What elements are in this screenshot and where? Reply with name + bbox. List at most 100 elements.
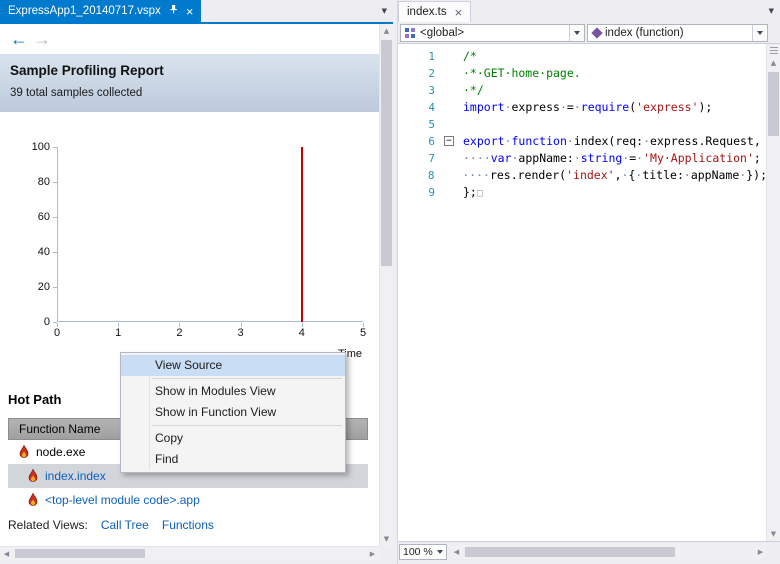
menu-separator	[152, 425, 342, 426]
line-number: 4	[428, 101, 435, 114]
tab-profiling-report[interactable]: ExpressApp1_20140717.vspx ×	[0, 0, 202, 22]
member-dropdown[interactable]: index (function)	[587, 24, 768, 42]
split-grip-icon[interactable]	[770, 47, 778, 48]
navigation-bar: <global> index (function)	[398, 22, 780, 44]
link-functions[interactable]: Functions	[162, 518, 214, 532]
editor-bottom-bar: 100 % ◀ ▶	[398, 541, 780, 561]
tab-list-chevron-icon[interactable]: ▼	[382, 7, 387, 15]
line-number: 8	[427, 169, 435, 182]
scroll-left-icon[interactable]: ◀	[0, 547, 13, 561]
related-views-label: Related Views:	[8, 518, 88, 532]
tab-index-ts[interactable]: index.ts ×	[398, 1, 472, 22]
y-tick-mark	[53, 287, 57, 288]
tab-title: index.ts	[407, 6, 447, 18]
forward-button[interactable]: →	[33, 29, 51, 50]
report-header: Sample Profiling Report 39 total samples…	[0, 54, 379, 112]
code-line: 3 ·*/	[398, 82, 767, 99]
scrollbar-thumb[interactable]	[465, 547, 675, 557]
editor-vertical-scrollbar[interactable]: ▲ ▼	[766, 44, 780, 541]
y-tick-mark	[53, 182, 57, 183]
report-subtitle: 39 total samples collected	[10, 87, 143, 99]
code-text: ····res.render('index',·{·title:·appName…	[462, 168, 767, 182]
y-tick-label: 60	[37, 211, 50, 223]
x-tick-mark	[57, 323, 58, 327]
flame-icon	[28, 469, 38, 482]
link-call-tree[interactable]: Call Tree	[101, 518, 149, 532]
close-icon[interactable]: ×	[455, 6, 463, 19]
y-tick-label: 80	[37, 176, 50, 188]
code-line: 5	[398, 116, 767, 133]
menu-item-show-in-modules-view[interactable]: Show in Modules View	[121, 381, 345, 402]
fold-margin	[442, 65, 458, 82]
fold-margin	[442, 99, 458, 116]
context-menu: View Source Show in Modules View Show in F…	[120, 352, 346, 473]
zoom-value: 100 %	[403, 546, 433, 558]
left-horizontal-scrollbar[interactable]: ◀ ▶	[0, 546, 379, 560]
chart-plot-area	[57, 147, 363, 322]
code-line: 9};□	[398, 184, 767, 201]
code-text: ·*·GET·home·page.	[463, 66, 581, 80]
code-line: 4 import·express·=·require('express');	[398, 99, 767, 116]
scroll-left-icon[interactable]: ◀	[450, 545, 463, 559]
code-text: ····var·appName:·string·=·'My·Applicatio…	[463, 151, 761, 165]
code-editor[interactable]: 1 /* 2 ·*·GET·home·page. 3 ·*/ 4 import·express…	[398, 44, 767, 541]
code-line: 8 ····res.render('index',·{·title:·appNam…	[398, 167, 767, 184]
menu-item-show-in-function-view[interactable]: Show in Function View	[121, 402, 345, 423]
line-number: 9	[428, 186, 435, 199]
menu-item-copy[interactable]: Copy	[121, 428, 345, 449]
global-scope-icon	[405, 27, 416, 39]
menu-item-find[interactable]: Find	[121, 449, 345, 470]
scroll-right-icon[interactable]: ▶	[754, 545, 767, 559]
x-tick-label: 3	[237, 327, 244, 339]
menu-separator	[152, 378, 342, 379]
function-name: index.index	[45, 469, 106, 483]
x-tick-mark	[240, 323, 242, 327]
fold-margin	[442, 48, 458, 65]
chevron-down-icon[interactable]	[752, 25, 767, 41]
editor-horizontal-scrollbar[interactable]: ◀ ▶	[450, 545, 767, 559]
scroll-up-icon[interactable]: ▲	[380, 24, 393, 38]
scroll-up-icon[interactable]: ▲	[767, 56, 780, 70]
line-number: 5	[428, 118, 435, 131]
scroll-right-icon[interactable]: ▶	[366, 547, 379, 561]
tab-list-chevron-icon[interactable]: ▼	[769, 7, 774, 15]
y-tick-mark	[53, 217, 57, 218]
code-text: /*	[463, 49, 477, 63]
member-value: index (function)	[605, 27, 684, 39]
code-text: import·express·=·require('express');	[463, 100, 713, 114]
line-number: 3	[428, 84, 435, 97]
scroll-down-icon[interactable]: ▼	[380, 532, 393, 546]
x-tick-label: 0	[53, 327, 61, 339]
vs-window: ExpressApp1_20140717.vspx × ▼ ← → Sample…	[0, 0, 780, 564]
line-number: 6	[428, 135, 435, 148]
left-vertical-scrollbar[interactable]: ▲ ▼	[379, 24, 393, 546]
fold-collapse-box[interactable]: −	[444, 136, 454, 146]
flame-icon	[28, 493, 38, 506]
scroll-down-icon[interactable]: ▼	[767, 527, 780, 541]
fold-margin	[442, 116, 458, 133]
chevron-down-icon[interactable]	[569, 25, 584, 41]
menu-item-view-source[interactable]: View Source	[121, 355, 345, 376]
tab-title: ExpressApp1_20140717.vspx	[8, 5, 161, 17]
x-tick-mark	[301, 323, 303, 327]
function-name: node.exe	[36, 445, 86, 459]
table-row[interactable]: <top-level module code>.app	[8, 488, 368, 512]
code-line: 2 ·*·GET·home·page.	[398, 65, 767, 82]
scrollbar-thumb[interactable]	[381, 40, 392, 266]
x-tick-mark	[118, 323, 120, 327]
line-number: 2	[428, 67, 435, 80]
line-number: 1	[428, 50, 435, 63]
zoom-control[interactable]: 100 %	[399, 544, 447, 560]
profiler-pane: ExpressApp1_20140717.vspx × ▼ ← → Sample…	[0, 0, 393, 564]
report-title: Sample Profiling Report	[10, 63, 164, 78]
back-button[interactable]: ←	[10, 29, 28, 50]
code-line: 7 ····var·appName:·string·=·'My·Applicati…	[398, 150, 767, 167]
scrollbar-thumb[interactable]	[15, 549, 145, 558]
code-line: 1 /*	[398, 48, 767, 65]
pin-icon[interactable]	[168, 4, 179, 18]
close-icon[interactable]: ×	[186, 5, 194, 18]
scope-dropdown[interactable]: <global>	[400, 24, 585, 42]
y-tick-label: 20	[37, 281, 50, 293]
y-tick-mark	[53, 147, 57, 148]
scrollbar-thumb[interactable]	[768, 72, 779, 136]
